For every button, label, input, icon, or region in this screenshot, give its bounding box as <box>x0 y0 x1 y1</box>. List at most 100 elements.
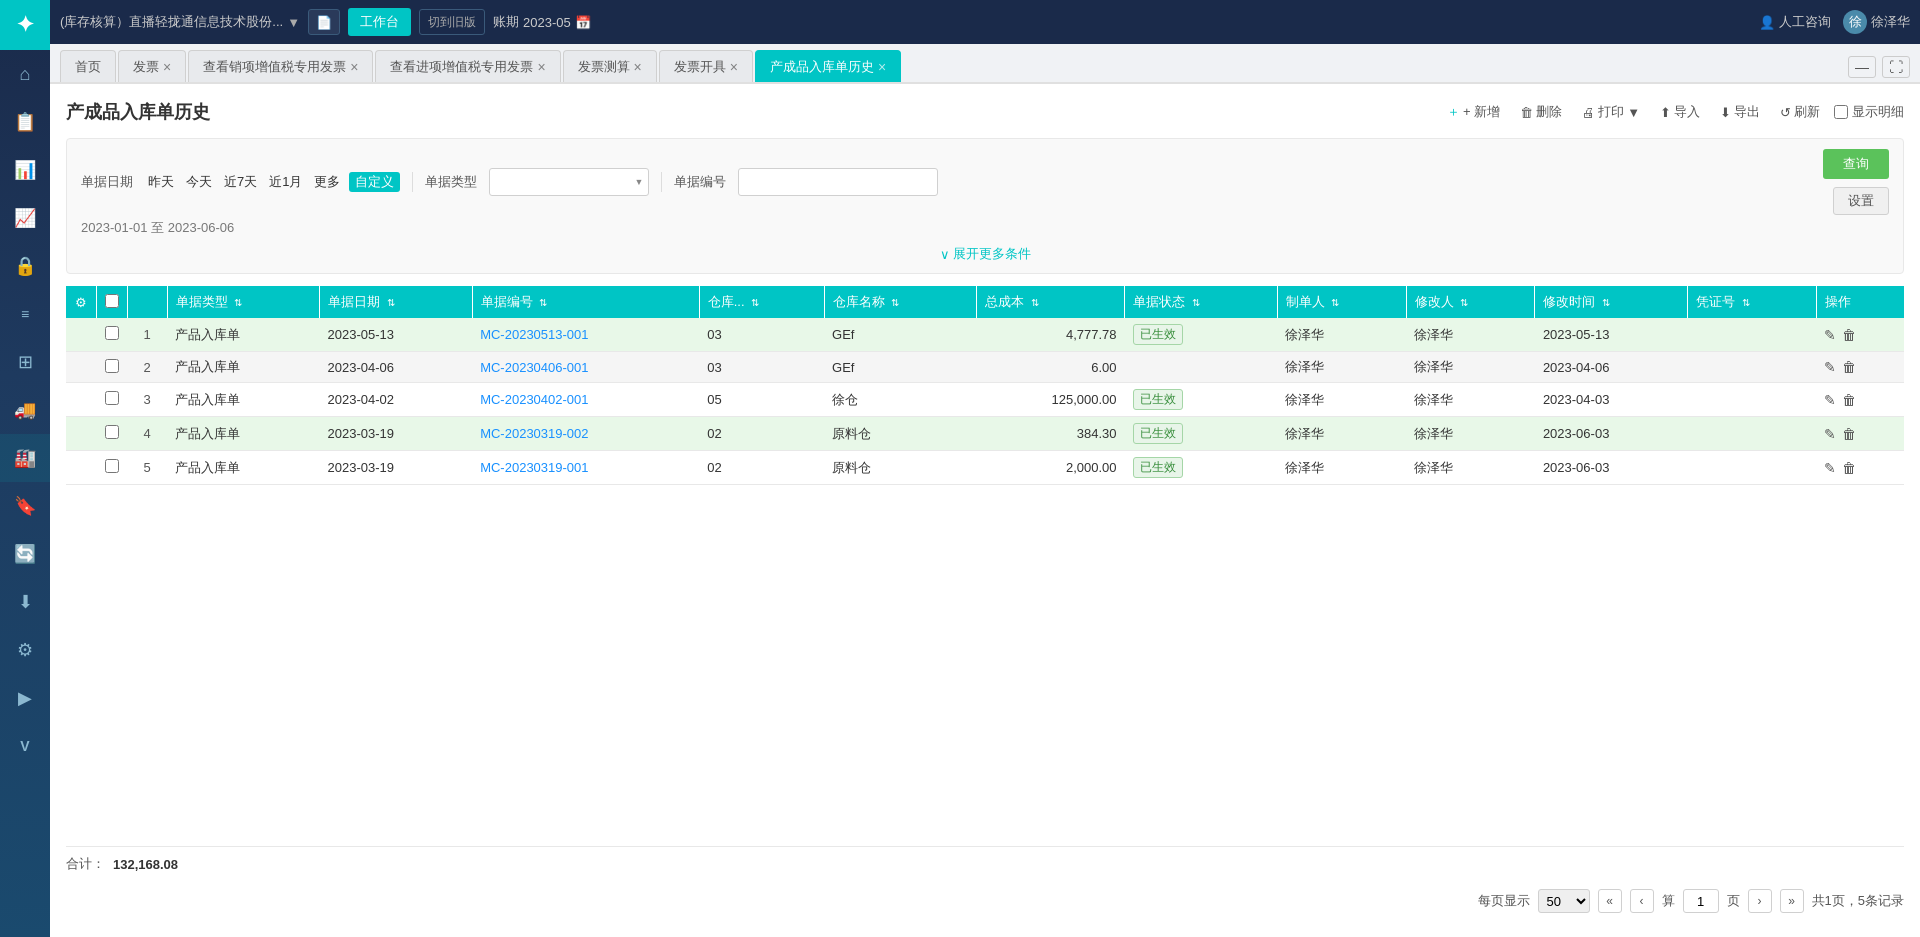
date-col-header[interactable]: 单据日期 ⇅ <box>320 286 473 318</box>
row-checkbox[interactable] <box>105 459 119 473</box>
sidebar-item-category[interactable]: ⊞ <box>0 338 50 386</box>
minimize-button[interactable]: — <box>1848 56 1876 78</box>
creator-col-header[interactable]: 制单人 ⇅ <box>1277 286 1406 318</box>
expand-filter-button[interactable]: ∨ 展开更多条件 <box>940 245 1031 263</box>
sidebar-item-home[interactable]: ⌂ <box>0 50 50 98</box>
sidebar-item-v[interactable]: V <box>0 722 50 770</box>
tab-home[interactable]: 首页 <box>60 50 116 82</box>
company-selector[interactable]: (库存核算）直播轻拢通信息技术股份... ▼ <box>60 13 300 31</box>
tab-check-output-vat[interactable]: 查看销项增值税专用发票 × <box>188 50 373 82</box>
new-button[interactable]: ＋ + 新增 <box>1441 100 1506 124</box>
delete-icon[interactable]: 🗑 <box>1842 359 1856 375</box>
shortcut-today[interactable]: 今天 <box>183 172 215 192</box>
tab-invoice-calc-close[interactable]: × <box>634 60 642 74</box>
sidebar-item-refresh[interactable]: 🔄 <box>0 530 50 578</box>
support-button[interactable]: 👤 人工咨询 <box>1759 13 1831 31</box>
tab-product-inbound[interactable]: 产成品入库单历史 × <box>755 50 901 82</box>
checkbox-cell[interactable] <box>96 318 127 352</box>
code-link[interactable]: MC-20230513-001 <box>480 327 588 342</box>
sidebar-item-permission[interactable]: 🔒 <box>0 242 50 290</box>
set-button[interactable]: 设置 <box>1833 187 1889 215</box>
sidebar-item-doc[interactable]: 📋 <box>0 98 50 146</box>
code-link[interactable]: MC-20230319-001 <box>480 460 588 475</box>
tab-invoice-open-close[interactable]: × <box>730 60 738 74</box>
sidebar-item-gear[interactable]: ⚙ <box>0 626 50 674</box>
shortcut-more[interactable]: 更多 <box>311 172 343 192</box>
code-col-header[interactable]: 单据编号 ⇅ <box>472 286 699 318</box>
code-cell[interactable]: MC-20230319-002 <box>472 417 699 451</box>
import-button[interactable]: ⬆ 导入 <box>1654 100 1706 124</box>
checkbox-cell[interactable] <box>96 352 127 383</box>
code-link[interactable]: MC-20230319-002 <box>480 426 588 441</box>
delete-icon[interactable]: 🗑 <box>1842 327 1856 343</box>
tab-invoice-calc[interactable]: 发票测算 × <box>563 50 657 82</box>
code-filter-input[interactable] <box>738 168 938 196</box>
modifier-col-header[interactable]: 修改人 ⇅ <box>1406 286 1535 318</box>
row-checkbox[interactable] <box>105 326 119 340</box>
show-detail-checkbox[interactable]: 显示明细 <box>1834 103 1904 121</box>
prev-page-button[interactable]: ‹ <box>1630 889 1654 913</box>
shortcut-1month[interactable]: 近1月 <box>266 172 305 192</box>
shortcut-yesterday[interactable]: 昨天 <box>145 172 177 192</box>
row-checkbox[interactable] <box>105 391 119 405</box>
user-menu[interactable]: 徐 徐泽华 <box>1843 10 1910 34</box>
code-link[interactable]: MC-20230402-001 <box>480 392 588 407</box>
workbench-button[interactable]: 工作台 <box>348 8 411 36</box>
type-col-header[interactable]: 单据类型 ⇅ <box>167 286 320 318</box>
delete-icon[interactable]: 🗑 <box>1842 460 1856 476</box>
voucher-col-header[interactable]: 凭证号 ⇅ <box>1687 286 1816 318</box>
checkbox-cell[interactable] <box>96 451 127 485</box>
row-checkbox[interactable] <box>105 359 119 373</box>
status-col-header[interactable]: 单据状态 ⇅ <box>1125 286 1278 318</box>
code-cell[interactable]: MC-20230513-001 <box>472 318 699 352</box>
tab-check-output-vat-close[interactable]: × <box>350 60 358 74</box>
sidebar-item-stamp[interactable]: 🔖 <box>0 482 50 530</box>
first-page-button[interactable]: « <box>1598 889 1622 913</box>
cost-col-header[interactable]: 总成本 ⇅ <box>977 286 1125 318</box>
wh-code-col-header[interactable]: 仓库... ⇅ <box>699 286 824 318</box>
delete-button[interactable]: 🗑 删除 <box>1514 100 1568 124</box>
tab-invoice-open[interactable]: 发票开具 × <box>659 50 753 82</box>
show-detail-check[interactable] <box>1834 105 1848 119</box>
type-select[interactable] <box>489 168 649 196</box>
page-size-select[interactable]: 20 50 100 <box>1538 889 1590 913</box>
tab-check-input-vat[interactable]: 查看进项增值税专用发票 × <box>375 50 560 82</box>
checkbox-col-header[interactable] <box>96 286 127 318</box>
settings-col-header[interactable]: ⚙ <box>66 286 96 318</box>
edit-icon[interactable]: ✎ <box>1824 392 1836 408</box>
tab-invoice-close[interactable]: × <box>163 60 171 74</box>
print-button[interactable]: 🖨 打印 ▼ <box>1576 100 1646 124</box>
tab-product-inbound-close[interactable]: × <box>878 60 886 74</box>
edit-icon[interactable]: ✎ <box>1824 460 1836 476</box>
tab-check-input-vat-close[interactable]: × <box>537 60 545 74</box>
edit-icon[interactable]: ✎ <box>1824 327 1836 343</box>
checkbox-cell[interactable] <box>96 417 127 451</box>
sidebar-item-chart[interactable]: 📊 <box>0 146 50 194</box>
gear-icon[interactable]: ⚙ <box>75 295 87 310</box>
export-button[interactable]: ⬇ 导出 <box>1714 100 1766 124</box>
code-cell[interactable]: MC-20230319-001 <box>472 451 699 485</box>
row-checkbox[interactable] <box>105 425 119 439</box>
calendar-icon[interactable]: 📅 <box>575 15 591 30</box>
code-cell[interactable]: MC-20230406-001 <box>472 352 699 383</box>
modify-time-col-header[interactable]: 修改时间 ⇅ <box>1535 286 1688 318</box>
code-link[interactable]: MC-20230406-001 <box>480 360 588 375</box>
select-all-checkbox[interactable] <box>105 294 119 308</box>
sidebar-item-truck[interactable]: 🚚 <box>0 386 50 434</box>
switch-old-button[interactable]: 切到旧版 <box>419 9 485 35</box>
checkbox-cell[interactable] <box>96 383 127 417</box>
sidebar-item-warehouse[interactable]: 🏭 <box>0 434 50 482</box>
shortcut-7days[interactable]: 近7天 <box>221 172 260 192</box>
next-page-button[interactable]: › <box>1748 889 1772 913</box>
page-input[interactable] <box>1683 889 1719 913</box>
last-page-button[interactable]: » <box>1780 889 1804 913</box>
refresh-button[interactable]: ↺ 刷新 <box>1774 100 1826 124</box>
sidebar-item-list[interactable]: ≡ <box>0 290 50 338</box>
edit-icon[interactable]: ✎ <box>1824 426 1836 442</box>
delete-icon[interactable]: 🗑 <box>1842 392 1856 408</box>
edit-icon[interactable]: ✎ <box>1824 359 1836 375</box>
tab-invoice[interactable]: 发票 × <box>118 50 186 82</box>
shortcut-custom[interactable]: 自定义 <box>349 172 400 192</box>
doc-button[interactable]: 📄 <box>308 9 340 35</box>
maximize-button[interactable]: ⛶ <box>1882 56 1910 78</box>
